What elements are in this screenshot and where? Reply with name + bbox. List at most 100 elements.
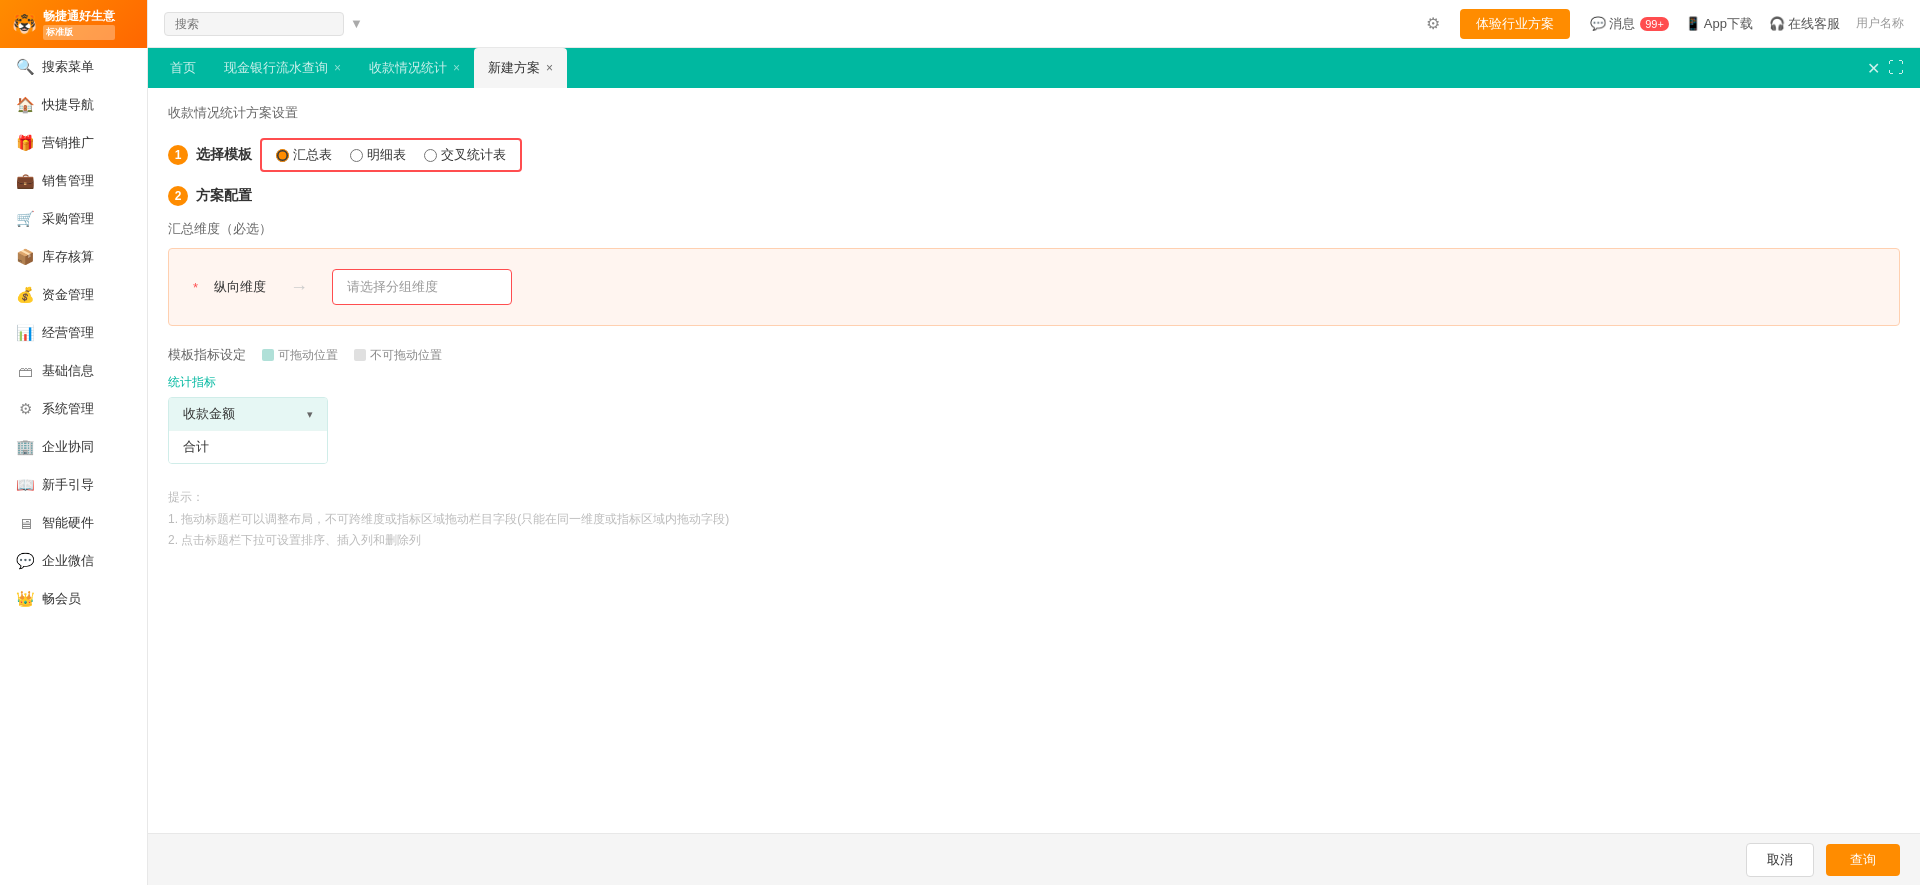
sidebar-item-label: 新手引导: [42, 476, 94, 494]
sidebar-item-label: 基础信息: [42, 362, 94, 380]
sidebar-item-smart-hw[interactable]: 🖥 智能硬件: [0, 504, 147, 542]
sidebar-item-marketing[interactable]: 🎁 营销推广: [0, 124, 147, 162]
template-detail-label: 明细表: [367, 146, 406, 164]
tip-item-2: 2. 点击标题栏下拉可设置排序、插入列和删除列: [168, 530, 1900, 552]
nondraggable-badge: 不可拖动位置: [354, 347, 442, 364]
sidebar-item-enterprise[interactable]: 🏢 企业协同: [0, 428, 147, 466]
cancel-button[interactable]: 取消: [1746, 843, 1814, 877]
nondraggable-label: 不可拖动位置: [370, 347, 442, 364]
bottom-bar: 取消 查询: [148, 833, 1920, 885]
metrics-table: 收款金额 ▾ 合计: [168, 397, 328, 464]
template-detail-option[interactable]: 明细表: [350, 146, 406, 164]
tab-bank-flow-close[interactable]: ×: [334, 61, 341, 75]
template-cross-label: 交叉统计表: [441, 146, 506, 164]
metrics-group-label: 统计指标: [168, 374, 1900, 391]
username-display: 用户名称: [1856, 15, 1904, 32]
chat-icon: 💬: [16, 552, 34, 570]
sidebar-item-label: 搜索菜单: [42, 58, 94, 76]
metrics-chevron-icon[interactable]: ▾: [307, 408, 313, 421]
dimension-row: * 纵向维度 → 请选择分组维度: [193, 269, 1875, 305]
tab-home[interactable]: 首页: [156, 48, 210, 88]
sidebar-item-label: 快捷导航: [42, 96, 94, 114]
metrics-header: 模板指标设定 可拖动位置 不可拖动位置: [168, 346, 1900, 364]
close-window-button[interactable]: ✕: [1867, 59, 1880, 78]
headset-icon: 🎧: [1769, 16, 1785, 31]
tab-receipt-stats-close[interactable]: ×: [453, 61, 460, 75]
main-area: ▼ ⚙ 体验行业方案 💬 消息 99+ 📱 App下载 🎧 在线客服 用户名称 …: [148, 0, 1920, 885]
template-cross-option[interactable]: 交叉统计表: [424, 146, 506, 164]
sidebar-item-label: 资金管理: [42, 286, 94, 304]
tab-new-plan-close[interactable]: ×: [546, 61, 553, 75]
template-summary-radio[interactable]: [276, 149, 289, 162]
sidebar-item-label: 企业协同: [42, 438, 94, 456]
logo-badge: 标准版: [43, 25, 115, 40]
monitor-icon: 🖥: [16, 515, 34, 532]
step1-badge: 1: [168, 145, 188, 165]
sidebar-item-funds[interactable]: 💰 资金管理: [0, 276, 147, 314]
sidebar-item-operations[interactable]: 📊 经营管理: [0, 314, 147, 352]
online-service-item[interactable]: 🎧 在线客服: [1769, 15, 1840, 33]
dimension-select[interactable]: 请选择分组维度: [332, 269, 512, 305]
tabbar: 首页 现金银行流水查询 × 收款情况统计 × 新建方案 × ✕ ⛶: [148, 48, 1920, 88]
notification-badge: 99+: [1640, 17, 1669, 31]
sidebar-logo: 🐯 畅捷通好生意 标准版: [0, 0, 147, 48]
template-detail-radio[interactable]: [350, 149, 363, 162]
sidebar-item-inventory[interactable]: 📦 库存核算: [0, 238, 147, 276]
sidebar-item-label: 系统管理: [42, 400, 94, 418]
settings-icon[interactable]: ⚙: [1426, 14, 1440, 33]
draggable-indicator: [262, 349, 274, 361]
cart-icon: 🛒: [16, 210, 34, 228]
tab-receipt-stats[interactable]: 收款情况统计 ×: [355, 48, 474, 88]
sidebar-item-guide[interactable]: 📖 新手引导: [0, 466, 147, 504]
message-icon: 💬: [1590, 16, 1606, 31]
query-button[interactable]: 查询: [1826, 844, 1900, 876]
dimension-title: 汇总维度（必选）: [168, 220, 1900, 238]
step2-label: 方案配置: [196, 187, 252, 205]
sidebar-item-sales[interactable]: 💼 销售管理: [0, 162, 147, 200]
db-icon: 🗃: [16, 363, 34, 380]
sidebar-item-search-menu[interactable]: 🔍 搜索菜单: [0, 48, 147, 86]
tab-home-label: 首页: [170, 59, 196, 77]
step1-label: 选择模板: [196, 146, 252, 164]
metrics-table-header[interactable]: 收款金额 ▾: [169, 398, 327, 430]
app-download-item[interactable]: 📱 App下载: [1685, 15, 1753, 33]
tab-new-plan-label: 新建方案: [488, 59, 540, 77]
sidebar-item-wechat[interactable]: 💬 企业微信: [0, 542, 147, 580]
maximize-window-button[interactable]: ⛶: [1888, 59, 1904, 77]
template-summary-option[interactable]: 汇总表: [276, 146, 332, 164]
template-cross-radio[interactable]: [424, 149, 437, 162]
sidebar-item-label: 企业微信: [42, 552, 94, 570]
sales-icon: 💼: [16, 172, 34, 190]
sidebar-item-sys-mgmt[interactable]: ⚙ 系统管理: [0, 390, 147, 428]
sidebar-item-purchase[interactable]: 🛒 采购管理: [0, 200, 147, 238]
config-section: 汇总维度（必选） * 纵向维度 → 请选择分组维度 模板指标设定: [168, 220, 1900, 552]
industry-solution-button[interactable]: 体验行业方案: [1460, 9, 1570, 39]
crown-icon: 👑: [16, 590, 34, 608]
search-icon: 🔍: [16, 58, 34, 76]
logo-icon: 🐯: [12, 12, 37, 36]
tab-bank-flow[interactable]: 现金银行流水查询 ×: [210, 48, 355, 88]
tab-receipt-stats-label: 收款情况统计: [369, 59, 447, 77]
search-input[interactable]: [164, 12, 344, 36]
sidebar-item-label: 采购管理: [42, 210, 94, 228]
sidebar-item-base-info[interactable]: 🗃 基础信息: [0, 352, 147, 390]
box-icon: 📦: [16, 248, 34, 266]
home-icon: 🏠: [16, 96, 34, 114]
sidebar: 🐯 畅捷通好生意 标准版 🔍 搜索菜单 🏠 快捷导航 🎁 营销推广 💼 销售管理…: [0, 0, 148, 885]
dropdown-arrow-icon[interactable]: ▼: [350, 16, 363, 31]
draggable-badge: 可拖动位置: [262, 347, 338, 364]
money-icon: 💰: [16, 286, 34, 304]
gear-icon: ⚙: [16, 400, 34, 418]
dimension-placeholder: 请选择分组维度: [347, 279, 438, 294]
tab-new-plan[interactable]: 新建方案 ×: [474, 48, 567, 88]
gift-icon: 🎁: [16, 134, 34, 152]
sidebar-item-quick-nav[interactable]: 🏠 快捷导航: [0, 86, 147, 124]
step2-header: 2 方案配置: [168, 186, 1900, 206]
topbar-search-area: ▼: [164, 12, 1406, 36]
tab-bank-flow-label: 现金银行流水查询: [224, 59, 328, 77]
sidebar-item-member[interactable]: 👑 畅会员: [0, 580, 147, 618]
notification-item[interactable]: 💬 消息 99+: [1590, 15, 1669, 33]
sidebar-item-label: 智能硬件: [42, 514, 94, 532]
sidebar-item-label: 经营管理: [42, 324, 94, 342]
metrics-header-cell-label: 收款金额: [183, 405, 235, 423]
